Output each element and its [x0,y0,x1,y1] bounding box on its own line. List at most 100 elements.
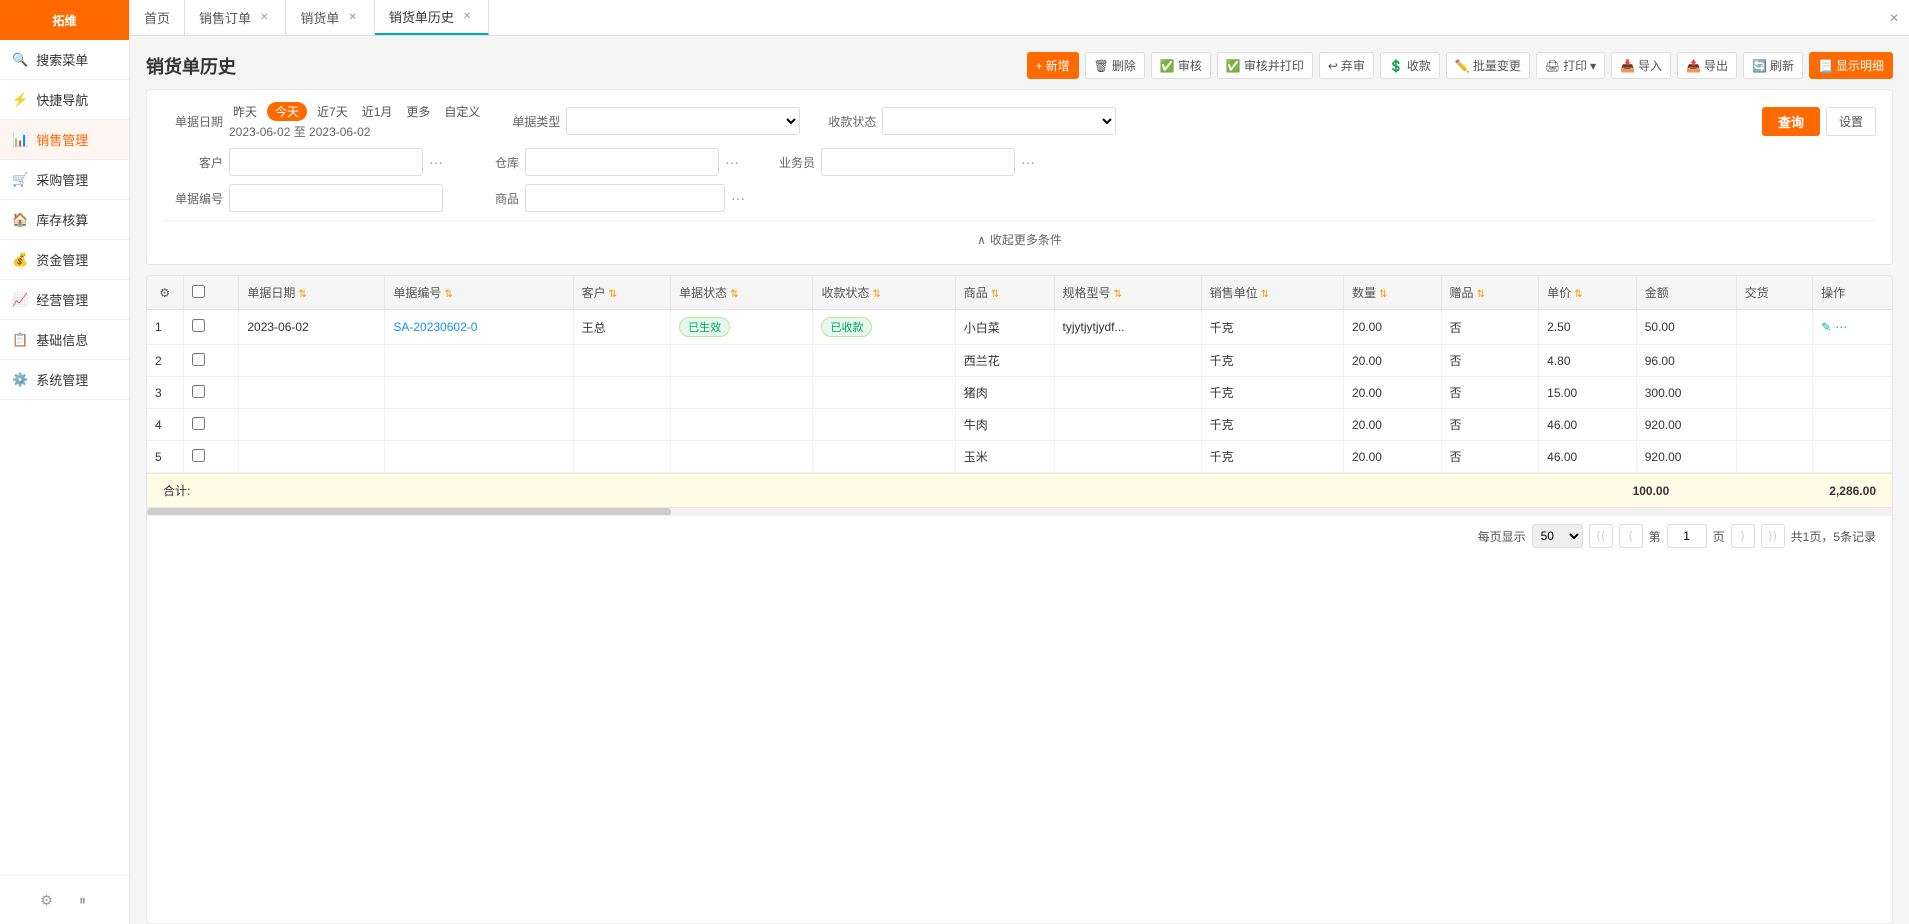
tab-sales-delivery-close[interactable]: ✕ [345,11,359,24]
import-button[interactable]: 📥 导入 [1611,52,1671,79]
collect-button[interactable]: 💲 收款 [1380,52,1440,79]
col-goods[interactable]: 商品⇅ [955,276,1054,310]
col-payment-status[interactable]: 收款状态⇅ [813,276,955,310]
doc-number-link[interactable]: SA-20230602-0 [393,320,477,334]
col-gear[interactable]: ⚙ [147,276,183,310]
prev-page-button[interactable]: ⟨ [1619,524,1643,548]
tab-sales-history[interactable]: 销货单历史 ✕ [375,0,489,35]
date-shortcut-1month[interactable]: 近1月 [358,102,397,121]
business-staff-input[interactable] [821,148,1015,176]
tab-sales-order[interactable]: 销售订单 ✕ [185,0,286,35]
sidebar-item-sales-mgmt[interactable]: 📊 销售管理 [0,120,129,160]
audit-button[interactable]: ✅ 审核 [1151,52,1211,79]
page-number-input[interactable] [1667,524,1707,548]
select-all-checkbox[interactable] [192,285,205,298]
row-checkbox[interactable] [192,385,205,398]
row-checkbox[interactable] [192,449,205,462]
new-button[interactable]: + 新增 [1027,52,1079,79]
tab-home[interactable]: 首页 [130,0,185,35]
tab-sales-delivery[interactable]: 销货单 ✕ [286,0,374,35]
sidebar-item-quick-nav[interactable]: ⚡ 快捷导航 [0,80,129,120]
sidebar-item-search-menu[interactable]: 🔍 搜索菜单 [0,40,129,80]
query-button[interactable]: 查询 [1762,107,1820,136]
table-row: 12023-06-02SA-20230602-0王总已生效已收款小白菜tyjyt… [147,310,1892,345]
business-staff-picker-icon[interactable]: ··· [1021,154,1035,170]
col-price[interactable]: 单价⇅ [1539,276,1637,310]
row-customer [573,377,671,409]
batch-change-button[interactable]: ✏️ 批量变更 [1446,52,1530,79]
sidebar-item-operations[interactable]: 📈 经营管理 [0,280,129,320]
col-qty[interactable]: 数量⇅ [1343,276,1441,310]
row-checkbox-cell[interactable] [183,409,239,441]
tab-sales-order-close[interactable]: ✕ [257,11,271,24]
warehouse-picker-icon[interactable]: ··· [725,154,739,170]
page-label-pre: 第 [1649,528,1661,545]
customer-input[interactable] [229,148,423,176]
filter-settings-button[interactable]: 设置 [1826,107,1876,136]
customer-picker-icon[interactable]: ··· [429,154,443,170]
sidebar-settings-icon[interactable]: ⚙ [33,886,61,914]
doc-type-select[interactable] [566,107,800,135]
row-checkbox-cell[interactable] [183,345,239,377]
sidebar-item-finance[interactable]: 💰 资金管理 [0,240,129,280]
print-button[interactable]: 🖨 打印 ▾ [1536,52,1605,79]
refresh-button[interactable]: 🔄 刷新 [1743,52,1803,79]
col-unit[interactable]: 销售单位⇅ [1201,276,1343,310]
doc-number-input[interactable] [229,184,443,212]
col-gift[interactable]: 赠品⇅ [1441,276,1539,310]
first-page-button[interactable]: ⟨⟨ [1589,524,1613,548]
sidebar-collapse-icon[interactable]: ⏸ [69,886,97,914]
row-date [239,409,385,441]
row-doc-status [671,441,813,473]
sidebar-item-inventory[interactable]: 🏠 库存核算 [0,200,129,240]
last-page-button[interactable]: ⟩⟩ [1761,524,1785,548]
col-doc-number[interactable]: 单据编号⇅ [385,276,573,310]
row-checkbox-cell[interactable] [183,310,239,345]
abandon-button[interactable]: ↩ 弃审 [1319,52,1374,79]
row-checkbox-cell[interactable] [183,441,239,473]
sidebar-item-basic-info[interactable]: 📋 基础信息 [0,320,129,360]
date-shortcut-yesterday[interactable]: 昨天 [229,102,261,121]
date-shortcut-custom[interactable]: 自定义 [440,102,484,121]
table-horizontal-scrollbar[interactable] [147,507,1892,515]
date-shortcut-7days[interactable]: 近7天 [313,102,352,121]
col-checkbox[interactable] [183,276,239,310]
col-doc-status[interactable]: 单据状态⇅ [671,276,813,310]
row-checkbox[interactable] [192,417,205,430]
row-date [239,345,385,377]
close-all-tabs-button[interactable]: ✕ [1889,11,1909,25]
row-doc-number [385,345,573,377]
total-records: 共1页，5条记录 [1791,528,1876,545]
collapse-button[interactable]: ∧ 收起更多条件 [163,227,1876,252]
row-doc-number[interactable]: SA-20230602-0 [385,310,573,345]
col-customer[interactable]: 客户⇅ [573,276,671,310]
date-shortcut-today[interactable]: 今天 [267,102,307,121]
date-shortcut-more[interactable]: 更多 [402,102,434,121]
payment-status-select[interactable] [882,107,1116,135]
doc-status-badge: 已生效 [679,317,730,337]
goods-sort-icon: ⇅ [991,289,999,300]
next-page-button[interactable]: ⟩ [1731,524,1755,548]
sidebar-item-purchase-mgmt[interactable]: 🛒 采购管理 [0,160,129,200]
sidebar-item-label: 采购管理 [36,170,88,189]
col-date[interactable]: 单据日期⇅ [239,276,385,310]
audit-print-button[interactable]: ✅ 审核并打印 [1217,52,1313,79]
col-spec[interactable]: 规格型号⇅ [1054,276,1201,310]
row-checkbox-cell[interactable] [183,377,239,409]
sidebar-item-system-mgmt[interactable]: ⚙️ 系统管理 [0,360,129,400]
warehouse-input[interactable] [525,148,719,176]
goods-input[interactable] [525,184,725,212]
more-action[interactable]: ⋯ [1835,320,1847,334]
tab-sales-history-close[interactable]: ✕ [460,10,474,23]
batch-change-icon: ✏️ [1455,59,1470,73]
delete-button[interactable]: 🗑 删除 [1085,52,1145,79]
row-checkbox[interactable] [192,319,205,332]
edit-action[interactable]: ✎ [1821,320,1831,334]
chart-icon: 📊 [12,132,28,148]
goods-picker-icon[interactable]: ··· [731,190,745,206]
show-details-button[interactable]: 📃 显示明细 [1809,52,1893,79]
row-actions-cell[interactable]: ✎⋯ [1813,310,1892,345]
row-checkbox[interactable] [192,353,205,366]
export-button[interactable]: 📤 导出 [1677,52,1737,79]
per-page-select[interactable]: 50 10 20 100 [1532,524,1583,548]
